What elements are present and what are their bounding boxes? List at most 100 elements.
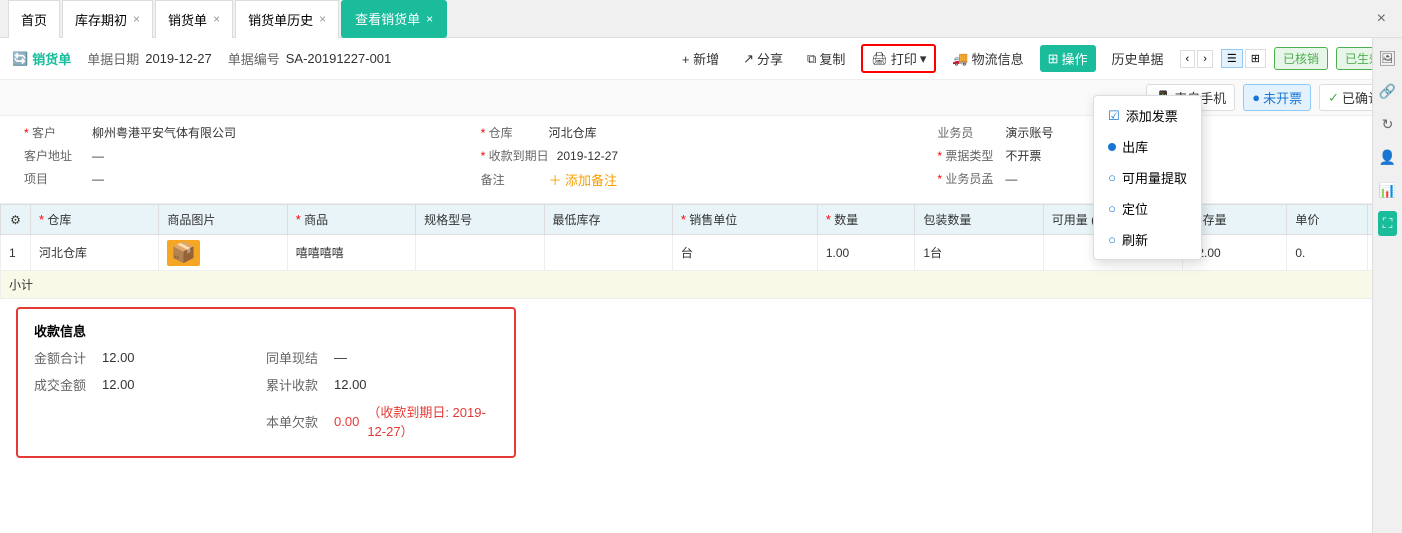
payment-title: 收款信息 — [34, 321, 498, 340]
print-button[interactable]: 🖨 打印 ▾ — [861, 44, 936, 73]
link-sidebar-icon[interactable]: 🔗 — [1375, 79, 1400, 104]
radio-dot-icon — [1108, 143, 1116, 151]
not-opened-button[interactable]: ● 未开票 — [1243, 84, 1311, 111]
print-icon: 🖨 — [871, 51, 888, 67]
col-image: 商品图片 — [159, 205, 287, 235]
total-amount-label: 金额合计 — [34, 348, 94, 367]
arrears-label: 本单欠款 — [266, 412, 326, 431]
out-warehouse-item[interactable]: 出库 — [1094, 131, 1201, 162]
tab-view-sales[interactable]: 查看销货单 × — [341, 0, 447, 38]
toolbar: + 新增 ↗ 分享 ⧉ 复制 🖨 打印 ▾ 🚚 物流信息 — [674, 44, 1390, 73]
subtotal-label: 小计 — [1, 271, 1402, 299]
tab-close-view[interactable]: × — [426, 12, 433, 26]
address-row: 客户地址 — — [24, 147, 465, 164]
logistics-icon: 🚚 — [952, 51, 968, 67]
radio-circle-icon3: ○ — [1108, 232, 1116, 247]
available-qty-item[interactable]: ○ 可用量提取 — [1094, 162, 1201, 193]
row-package-qty: 1台 — [915, 235, 1043, 271]
same-order-settle-label: 同单现结 — [266, 348, 326, 367]
col-settings[interactable]: ⚙ — [1, 205, 31, 235]
row-product: 嘻嘻嘻嘻 — [287, 235, 415, 271]
arrears-row: 本单欠款 0.00 （收款到期日: 2019-12-27） — [266, 402, 498, 444]
deal-amount-label: 成交金额 — [34, 375, 94, 394]
project-row: 项目 — — [24, 170, 465, 187]
next-button[interactable]: › — [1197, 50, 1213, 68]
col-min-stock: 最低库存 — [544, 205, 672, 235]
tab-bar: 首页 库存期初 × 销货单 × 销货单历史 × 查看销货单 × × — [0, 0, 1402, 38]
warehouse-row: 仓库 河北仓库 — [481, 124, 922, 141]
grid-view-button[interactable]: ⊞ — [1245, 49, 1266, 68]
refresh-sidebar-icon[interactable]: ↻ — [1378, 112, 1398, 137]
checkbox-icon: ☑ — [1108, 108, 1120, 124]
history-button[interactable]: 历史单据 — [1104, 45, 1172, 72]
staff-label: 业务员 — [937, 124, 997, 141]
sold-badge: 已核销 — [1274, 47, 1328, 70]
radio-circle-icon2: ○ — [1108, 201, 1116, 216]
circle-icon: ● — [1252, 90, 1260, 105]
view-toggle: ☰ ⊞ — [1221, 49, 1266, 68]
arrears-value: 0.00 — [334, 414, 359, 429]
tab-sales-history[interactable]: 销货单历史 × — [235, 0, 339, 38]
col-price: 单价 — [1287, 205, 1368, 235]
form-col-2: 仓库 河北仓库 收款到期日 2019-12-27 备注 ＋ 添加备注 — [473, 124, 930, 195]
row-unit: 台 — [672, 235, 817, 271]
total-amount-value: 12.00 — [102, 350, 135, 365]
grid-icon: ⊞ — [1048, 51, 1059, 67]
form-col-1: 客户 柳州粤港平安气体有限公司 客户地址 — 项目 — — [16, 124, 473, 195]
arrears-note: （收款到期日: 2019-12-27） — [367, 402, 498, 440]
customer-row: 客户 柳州粤港平安气体有限公司 — [24, 124, 465, 141]
list-view-button[interactable]: ☰ — [1221, 49, 1243, 68]
window-close-button[interactable]: × — [1369, 6, 1394, 32]
share-icon: ↗ — [743, 51, 754, 67]
warehouse-value: 河北仓库 — [549, 124, 669, 141]
duedate-row: 收款到期日 2019-12-27 — [481, 147, 922, 164]
data-sidebar-icon[interactable]: 📊 — [1375, 178, 1400, 203]
row-warehouse: 河北仓库 — [31, 235, 159, 271]
doc-code-field: 单据编号 SA-20191227-001 — [228, 49, 392, 68]
copy-button[interactable]: ⧉ 复制 — [799, 45, 853, 72]
nav-arrows: ‹ › — [1180, 50, 1213, 68]
operations-button[interactable]: ⊞ 操作 — [1040, 45, 1096, 72]
col-product: * 商品 — [287, 205, 415, 235]
cumulative-value: 12.00 — [334, 377, 367, 392]
share-button[interactable]: ↗ 分享 — [735, 45, 791, 72]
prev-button[interactable]: ‹ — [1180, 50, 1196, 68]
tab-sales-order[interactable]: 销货单 × — [155, 0, 233, 38]
col-spec: 规格型号 — [416, 205, 544, 235]
tab-home[interactable]: 首页 — [8, 0, 60, 38]
deal-amount-value: 12.00 — [102, 377, 135, 392]
duedate-label: 收款到期日 — [481, 147, 549, 164]
add-note-icon: ＋ — [549, 173, 562, 188]
project-value: — — [92, 172, 212, 186]
tab-close-history[interactable]: × — [319, 12, 326, 26]
row-qty: 1.00 — [817, 235, 915, 271]
tab-inventory-init[interactable]: 库存期初 × — [62, 0, 153, 38]
copy-icon: ⧉ — [807, 51, 816, 67]
doc-icon: 🔄 — [12, 51, 28, 67]
cumulative-row: 累计收款 12.00 — [266, 375, 498, 394]
print-dropdown-icon: ▾ — [920, 51, 927, 67]
expand-sidebar-icon[interactable]: ⛶ — [1378, 211, 1398, 236]
operations-dropdown: ☑ 添加发票 出库 ○ 可用量提取 ○ 定位 ○ 刷新 — [1093, 95, 1202, 260]
logistics-button[interactable]: 🚚 物流信息 — [944, 45, 1031, 72]
image-sidebar-icon[interactable]: 🖼 — [1375, 46, 1401, 71]
doc-date-field: 单据日期 2019-12-27 — [87, 49, 212, 68]
same-order-settle-row: 同单现结 — — [266, 348, 498, 367]
payment-box: 收款信息 金额合计 12.00 同单现结 — 成交金额 12.00 — [16, 307, 516, 458]
new-button[interactable]: + 新增 — [674, 45, 727, 72]
col-qty: * 数量 — [817, 205, 915, 235]
note-value[interactable]: ＋ 添加备注 — [549, 170, 669, 189]
customer-label: 客户 — [24, 124, 84, 141]
total-amount-row: 金额合计 12.00 — [34, 348, 266, 367]
duedate-value: 2019-12-27 — [557, 149, 677, 163]
row-spec — [416, 235, 544, 271]
arrears-inner: 本单欠款 0.00 （收款到期日: 2019-12-27） — [266, 402, 498, 440]
locate-item[interactable]: ○ 定位 — [1094, 193, 1201, 224]
tab-close-sales[interactable]: × — [213, 12, 220, 26]
same-order-settle-value: — — [334, 350, 347, 365]
tab-close-inventory[interactable]: × — [133, 12, 140, 26]
add-invoice-item[interactable]: ☑ 添加发票 — [1094, 100, 1201, 131]
row-index: 1 — [1, 235, 31, 271]
user-sidebar-icon[interactable]: 👤 — [1375, 145, 1400, 170]
refresh-item[interactable]: ○ 刷新 — [1094, 224, 1201, 255]
